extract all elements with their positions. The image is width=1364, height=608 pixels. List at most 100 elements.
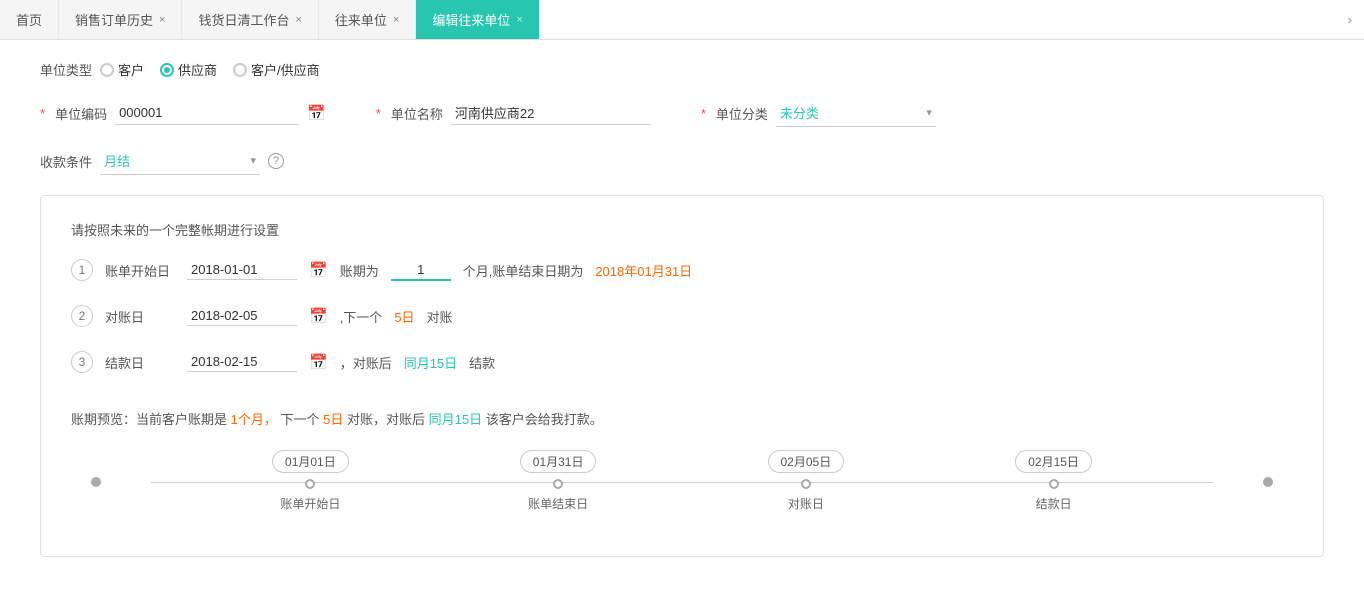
- close-sales-history-icon[interactable]: ×: [159, 14, 165, 26]
- radio-supplier[interactable]: 供应商: [160, 60, 217, 79]
- timeline-dot-3: [801, 479, 811, 489]
- step-highlight-3: 同月15日: [404, 353, 457, 372]
- payment-chevron-icon: ▾: [250, 154, 256, 167]
- unit-category-chevron-icon: ▾: [926, 106, 932, 119]
- step-date-input-2[interactable]: [187, 306, 297, 326]
- unit-category-select[interactable]: 未分类 ▾: [776, 99, 936, 127]
- timeline-badge-2: 01月31日: [520, 450, 597, 473]
- unit-name-input[interactable]: [451, 101, 651, 125]
- step-suffix-1: 账期为: [340, 261, 379, 280]
- preview-highlight3: 同月15日: [429, 412, 482, 427]
- timeline-items: 01月01日 账单开始日 01月31日 账单结束日 02月05日 对账日: [91, 450, 1273, 512]
- preview-text: 账期预览：当前客户账期是 1个月， 下一个 5日 对账，对账后 同月15日 该客…: [71, 397, 1293, 440]
- timeline-label-4: 结款日: [1036, 495, 1072, 512]
- tab-edit-partner-label: 编辑往来单位: [432, 10, 510, 29]
- payment-select[interactable]: 月结 ▾: [100, 147, 260, 175]
- radio-customer[interactable]: 客户: [100, 60, 144, 79]
- unit-info-row: * 单位编码 📅 * 单位名称 * 单位分类 未分类 ▾: [40, 99, 1324, 127]
- payment-value: 月结: [104, 151, 246, 170]
- unit-name-field: * 单位名称: [376, 101, 651, 125]
- radio-customer-supplier-circle: [233, 63, 247, 77]
- timeline-item-1: 01月01日 账单开始日: [272, 450, 349, 512]
- payment-row: 收款条件 月结 ▾ ?: [40, 147, 1324, 175]
- tab-more-button[interactable]: ›: [1336, 0, 1364, 39]
- timeline-dot-4: [1049, 479, 1059, 489]
- radio-supplier-circle: [160, 63, 174, 77]
- payment-field: 收款条件 月结 ▾ ?: [40, 147, 284, 175]
- unit-name-label: 单位名称: [391, 104, 443, 123]
- radio-customer-supplier[interactable]: 客户/供应商: [233, 60, 320, 79]
- preview-prefix: 账期预览：当前客户账期是: [71, 412, 227, 427]
- step-calendar-icon-2[interactable]: 📅: [309, 307, 328, 325]
- end-date-highlight-1: 2018年01月31日: [595, 261, 692, 280]
- timeline-label-2: 账单结束日: [528, 495, 588, 512]
- timeline-start-dot-item: [91, 450, 101, 487]
- unit-type-field: 单位类型 客户 供应商 客户/供应商: [40, 60, 320, 79]
- unit-type-radio-group: 客户 供应商 客户/供应商: [100, 60, 320, 79]
- unit-category-field: * 单位分类 未分类 ▾: [701, 99, 936, 127]
- step-date-input-1[interactable]: [187, 260, 297, 280]
- step-label-3: 结款日: [105, 353, 175, 372]
- unit-code-star: *: [40, 106, 45, 121]
- timeline-badge-3: 02月05日: [768, 450, 845, 473]
- page-content: 单位类型 客户 供应商 客户/供应商 * 单位编码: [0, 40, 1364, 608]
- step-label-2: 对账日: [105, 307, 175, 326]
- step-prefix-2: ,下一个: [340, 307, 383, 326]
- radio-customer-circle: [100, 63, 114, 77]
- unit-category-label: 单位分类: [716, 104, 768, 123]
- radio-supplier-label: 供应商: [178, 60, 217, 79]
- timeline-end-dot: [1263, 477, 1273, 487]
- close-partner-icon[interactable]: ×: [393, 14, 399, 26]
- step-num-2: 2: [71, 305, 93, 327]
- unit-type-row: 单位类型 客户 供应商 客户/供应商: [40, 60, 1324, 79]
- timeline-dot-1: [305, 479, 315, 489]
- timeline-dot-2: [553, 479, 563, 489]
- preview-highlight2: 5日: [323, 412, 343, 427]
- step-row-3: 3 结款日 📅 ，对账后 同月15日 结款: [71, 351, 1293, 373]
- preview-highlight1: 1个月，: [231, 412, 277, 427]
- timeline-label-3: 对账日: [788, 495, 824, 512]
- step-calendar-icon-1[interactable]: 📅: [309, 261, 328, 279]
- panel-title: 请按照未来的一个完整帐期进行设置: [71, 220, 1293, 239]
- tab-cash-work[interactable]: 钱货日清工作台 ×: [182, 0, 318, 39]
- tab-partner[interactable]: 往来单位 ×: [319, 0, 416, 39]
- step-suffix-3: 结款: [469, 353, 495, 372]
- timeline-label-1: 账单开始日: [280, 495, 340, 512]
- timeline-badge-4: 02月15日: [1015, 450, 1092, 473]
- timeline-item-2: 01月31日 账单结束日: [520, 450, 597, 512]
- unit-code-calendar-icon[interactable]: 📅: [307, 104, 326, 122]
- step-date-input-3[interactable]: [187, 352, 297, 372]
- step-label-1: 账单开始日: [105, 261, 175, 280]
- tab-edit-partner[interactable]: 编辑往来单位 ×: [416, 0, 539, 39]
- close-edit-partner-icon[interactable]: ×: [516, 14, 522, 26]
- unit-category-star: *: [701, 106, 706, 121]
- timeline-start-dot: [91, 477, 101, 487]
- billing-period-panel: 请按照未来的一个完整帐期进行设置 1 账单开始日 📅 账期为 个月,账单结束日期…: [40, 195, 1324, 557]
- step-highlight-2: 5日: [394, 307, 414, 326]
- tab-sales-history-label: 销售订单历史: [75, 10, 153, 29]
- timeline-end-dot-item: [1263, 450, 1273, 487]
- payment-help-icon[interactable]: ?: [268, 153, 284, 169]
- step-suffix-2: 对账: [427, 307, 453, 326]
- preview-middle: 下一个: [281, 412, 320, 427]
- tab-bar: 首页 销售订单历史 × 钱货日清工作台 × 往来单位 × 编辑往来单位 × ›: [0, 0, 1364, 40]
- preview-suffix: 该客户会给我打款。: [486, 412, 603, 427]
- step-row-1: 1 账单开始日 📅 账期为 个月,账单结束日期为 2018年01月31日: [71, 259, 1293, 281]
- tab-sales-history[interactable]: 销售订单历史 ×: [59, 0, 182, 39]
- unit-name-star: *: [376, 106, 381, 121]
- unit-category-value: 未分类: [780, 103, 922, 122]
- month-unit-1: 个月,账单结束日期为: [463, 261, 584, 280]
- month-input[interactable]: [391, 260, 451, 281]
- radio-customer-supplier-label: 客户/供应商: [251, 60, 320, 79]
- timeline-badge-1: 01月01日: [272, 450, 349, 473]
- close-cash-work-icon[interactable]: ×: [295, 14, 301, 26]
- timeline-container: 01月01日 账单开始日 01月31日 账单结束日 02月05日 对账日: [71, 440, 1293, 532]
- unit-code-input[interactable]: [115, 101, 299, 125]
- timeline-item-4: 02月15日 结款日: [1015, 450, 1092, 512]
- radio-customer-label: 客户: [118, 60, 144, 79]
- timeline-item-3: 02月05日 对账日: [768, 450, 845, 512]
- step-calendar-icon-3[interactable]: 📅: [309, 353, 328, 371]
- tab-home[interactable]: 首页: [0, 0, 59, 39]
- step-num-1: 1: [71, 259, 93, 281]
- step-prefix-3: ，对账后: [340, 353, 392, 372]
